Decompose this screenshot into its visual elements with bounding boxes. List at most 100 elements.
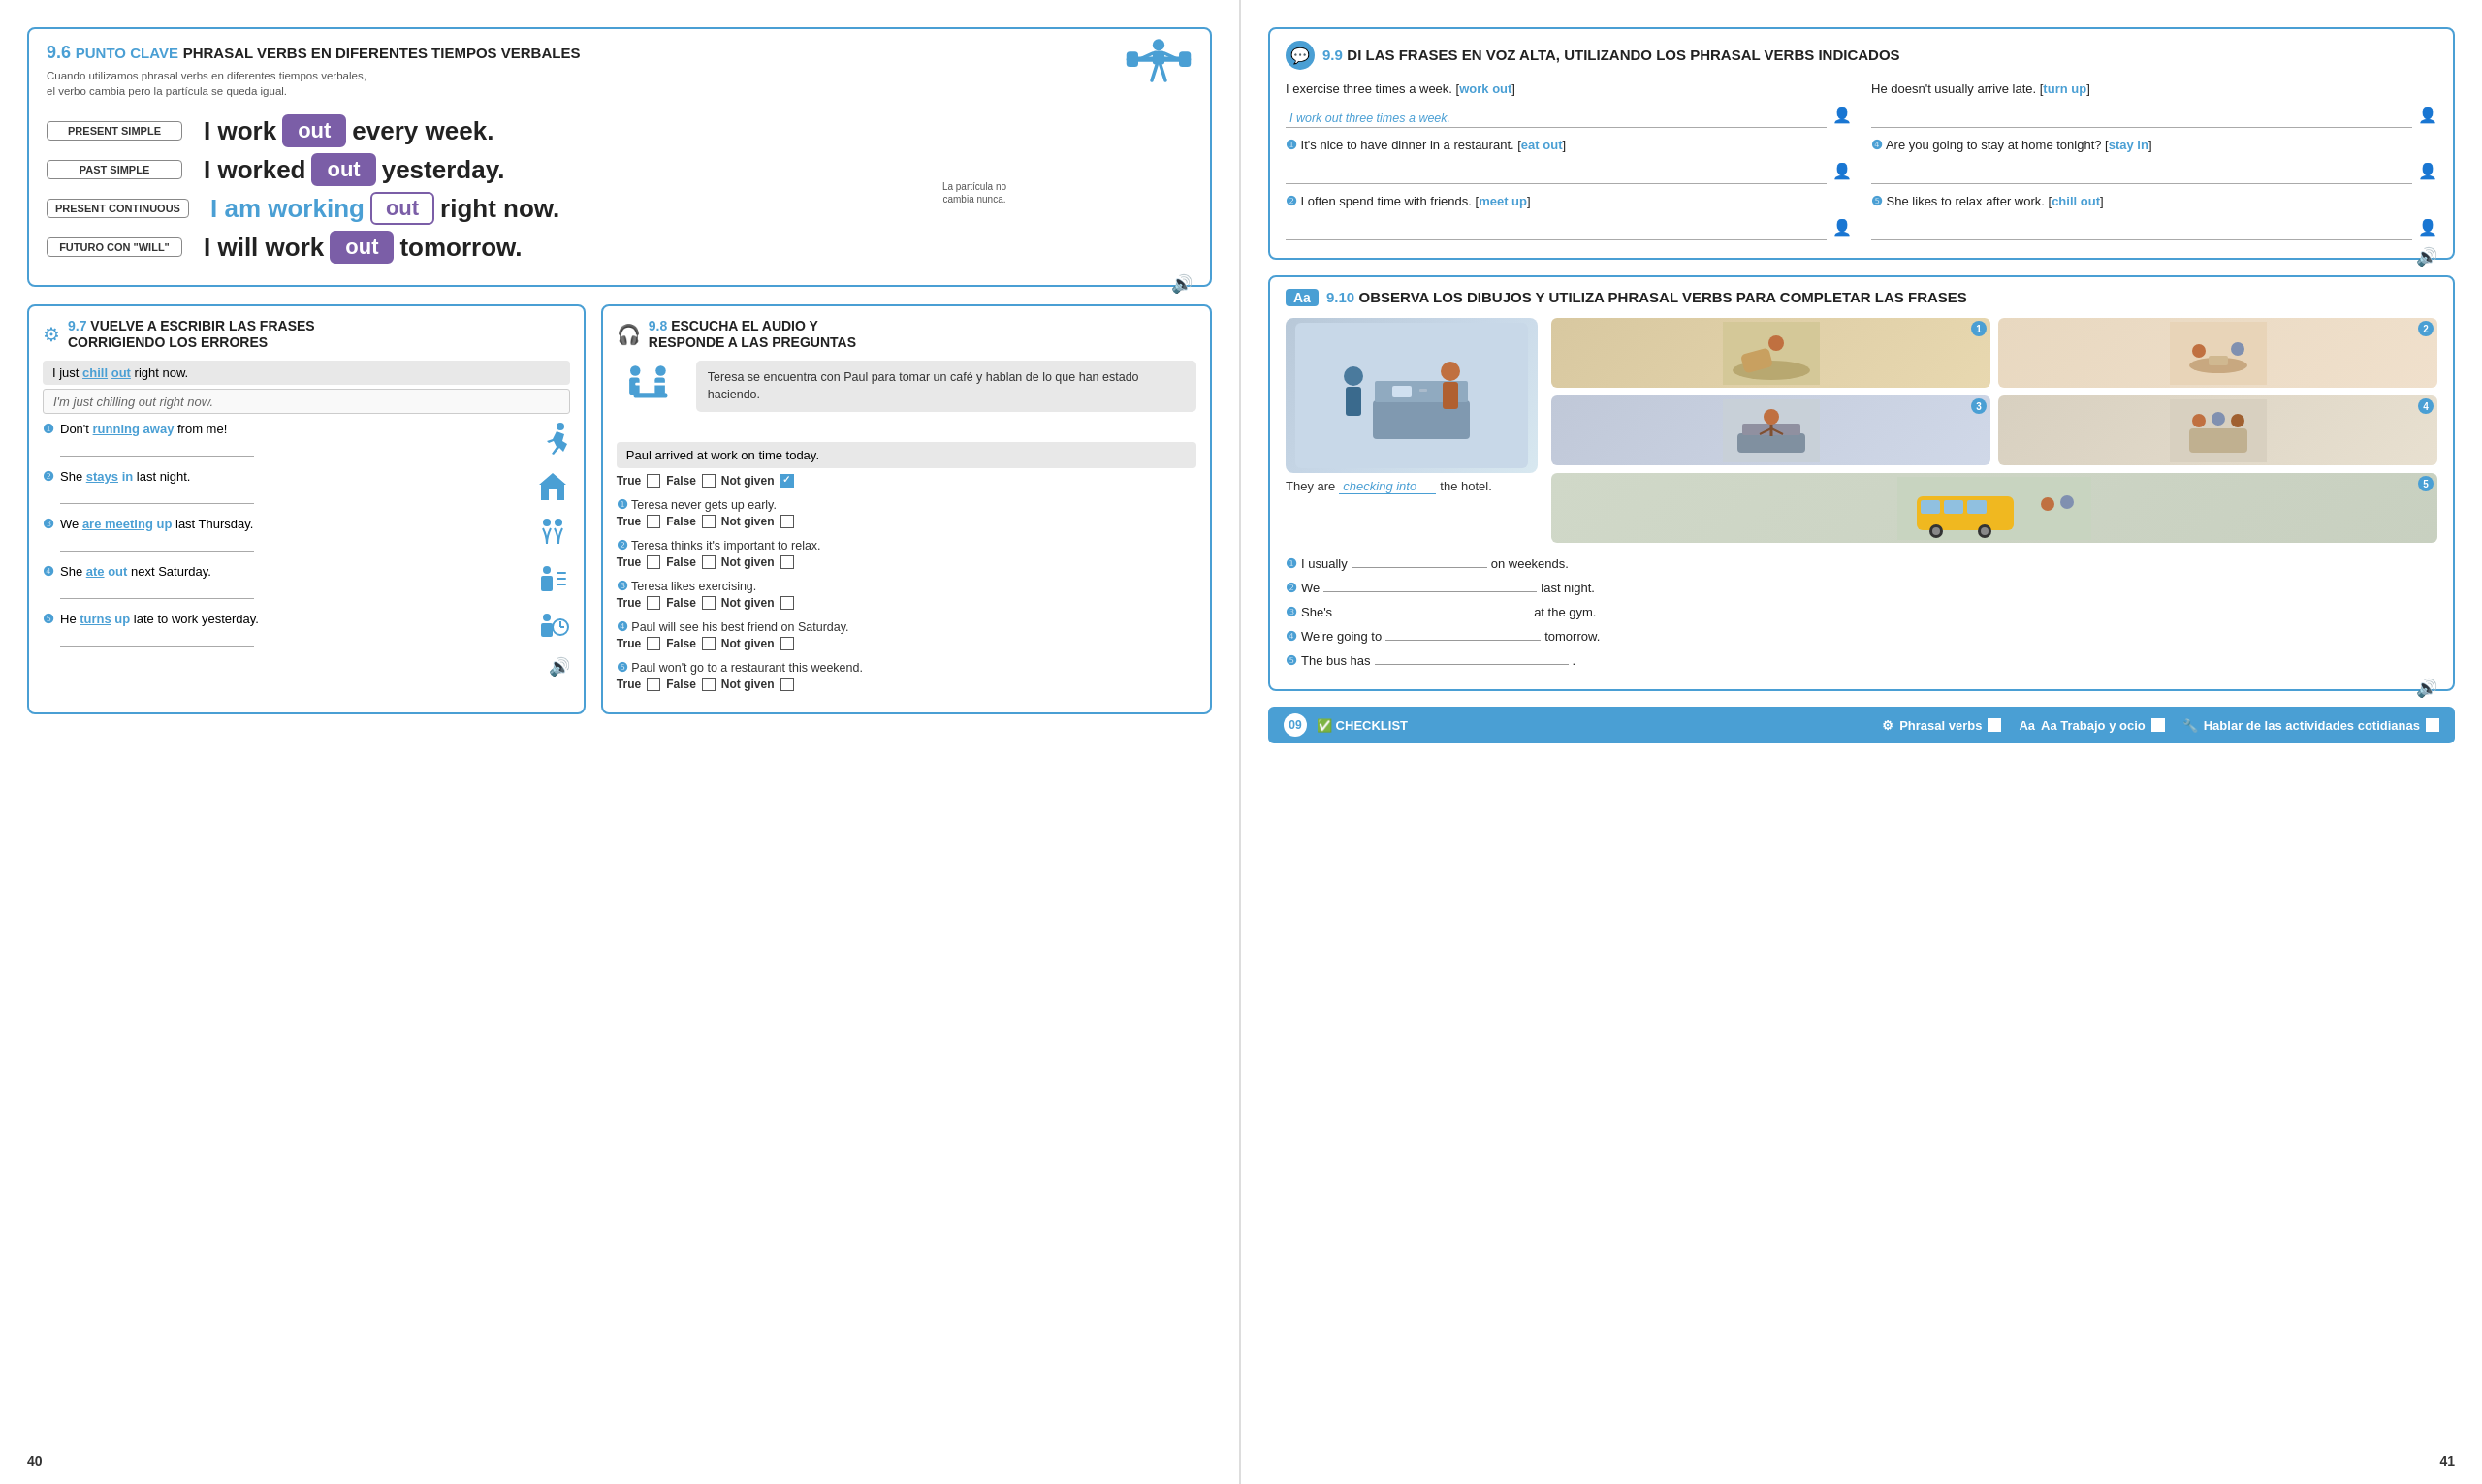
main-image — [1286, 318, 1538, 473]
bus-scene-svg — [1897, 477, 2091, 540]
svg-rect-59 — [2189, 428, 2247, 453]
svg-point-25 — [655, 365, 666, 376]
speech-bubble-icon: 💬 — [1286, 41, 1315, 70]
particle-note: La partícula no cambia nunca. — [931, 180, 1018, 205]
q-num-3: ❸ — [617, 580, 628, 593]
phrasal-99-4: stay in — [2109, 138, 2148, 152]
word-up: up — [157, 517, 173, 531]
section-97-header: ⚙ 9.7 VUELVE A ESCRIBIR LAS FRASESCORRIG… — [43, 318, 570, 351]
cl-checkbox-3[interactable] — [2426, 718, 2439, 732]
fill-sentences: ❶ I usually on weekends. ❷ We last night… — [1286, 556, 2437, 668]
side-image-5: 5 — [1551, 473, 2437, 543]
q-text-1: ❶ Teresa never gets up early. — [617, 497, 1196, 512]
cb-true-ex[interactable] — [647, 474, 660, 488]
q-num-4: ❹ — [617, 620, 628, 634]
phrasal-99-1: eat out — [1521, 138, 1563, 152]
exercise-99-3: He doesn't usually arrive late. [turn up… — [1871, 81, 2437, 128]
checklist-label: ✅ CHECKLIST — [1317, 718, 1408, 733]
cb-ng-2[interactable] — [780, 555, 794, 569]
after-past-simple: yesterday. — [382, 155, 505, 185]
speaker-icon-99-4: 👤 — [2418, 162, 2437, 180]
audio-button-99[interactable]: 🔊 — [2416, 246, 2437, 268]
svg-rect-15 — [541, 576, 553, 591]
svg-rect-16 — [557, 572, 566, 574]
before-present-continuous: I am working — [210, 194, 365, 224]
svg-line-8 — [1161, 64, 1165, 80]
cb-ng-4[interactable] — [780, 637, 794, 650]
cb-false-2[interactable] — [702, 555, 716, 569]
error-original-0: I just chill out right now. — [52, 365, 560, 380]
cb-ng-ex[interactable] — [780, 474, 794, 488]
word-stays: stays — [86, 469, 118, 484]
particle-future-will: out — [330, 231, 394, 264]
svg-point-68 — [1981, 527, 1989, 535]
bottom-row: ⚙ 9.7 VUELVE A ESCRIBIR LAS FRASESCORRIG… — [27, 304, 1212, 714]
svg-rect-27 — [654, 377, 665, 395]
phrasal-99-0: work out — [1459, 81, 1511, 96]
before-present-simple: I work — [204, 116, 276, 146]
weightlifter-icon — [1125, 33, 1193, 105]
svg-rect-28 — [633, 393, 667, 397]
error-original-5: He turns up late to work yesterday. — [60, 612, 259, 626]
after-present-continuous: right now. — [440, 194, 559, 224]
cb-ng-5[interactable] — [780, 678, 794, 691]
cb-true-4[interactable] — [647, 637, 660, 650]
gear-icon-97: ⚙ — [43, 323, 60, 346]
q-item-3: ❸ Teresa likes exercising. True False No… — [617, 579, 1196, 610]
sentence-past-simple: I worked out yesterday. — [204, 153, 1193, 186]
svg-rect-36 — [1443, 382, 1458, 409]
svg-point-70 — [2060, 495, 2074, 509]
q-text-3: ❸ Teresa likes exercising. — [617, 579, 1196, 593]
page-num-right: 41 — [2439, 1453, 2455, 1468]
exercise-99-4: ❹ Are you going to stay at home tonight?… — [1871, 138, 2437, 184]
side-image-1: 1 — [1551, 318, 1990, 388]
svg-rect-17 — [557, 578, 566, 580]
cl-checkbox-1[interactable] — [1988, 718, 2001, 732]
cb-false-5[interactable] — [702, 678, 716, 691]
speaker-icon-99-3: 👤 — [2418, 106, 2437, 124]
cb-true-2[interactable] — [647, 555, 660, 569]
cb-true-5[interactable] — [647, 678, 660, 691]
error-item-3: ❸ We are meeting up last Thursday. — [43, 517, 570, 555]
checklist-num: 09 — [1284, 713, 1307, 737]
audio-button-97[interactable]: 🔊 — [549, 656, 570, 678]
svg-point-51 — [1764, 409, 1779, 425]
section-98-title: 9.8 ESCUCHA EL AUDIO YRESPONDE A LAS PRE… — [649, 318, 856, 351]
fill-item-3: ❸ She's at the gym. — [1286, 605, 2437, 619]
cb-ng-1[interactable] — [780, 515, 794, 528]
q-text-4: ❹ Paul will see his best friend on Satur… — [617, 619, 1196, 634]
section-96-desc: Cuando utilizamos phrasal verbs en difer… — [47, 68, 366, 99]
cb-ng-3[interactable] — [780, 596, 794, 610]
sentence-present-continuous: I am working out right now. — [210, 192, 1193, 225]
svg-point-58 — [2231, 414, 2244, 427]
tfng-5: True False Not given — [617, 678, 1196, 691]
cb-true-3[interactable] — [647, 596, 660, 610]
fill-item-2: ❷ We last night. — [1286, 581, 2437, 595]
answer-line-1 — [60, 439, 254, 457]
audio-button-910[interactable]: 🔊 — [2416, 678, 2437, 699]
cb-false-1[interactable] — [702, 515, 716, 528]
cb-true-1[interactable] — [647, 515, 660, 528]
answer-99-1 — [1286, 157, 1827, 184]
word-away: away — [143, 422, 175, 436]
phrasal-99-5: chill out — [2052, 194, 2100, 208]
cb-false-3[interactable] — [702, 596, 716, 610]
cl-checkbox-2[interactable] — [2151, 718, 2165, 732]
q-num-5: ❺ — [617, 661, 628, 675]
tfng-3: True False Not given — [617, 596, 1196, 610]
label-past-simple: PAST SIMPLE — [47, 160, 182, 179]
cb-false-ex[interactable] — [702, 474, 716, 488]
num-badge-1: 1 — [1971, 321, 1987, 336]
word-meeting: are meeting — [82, 517, 153, 531]
audio-button-96[interactable]: 🔊 — [1171, 273, 1193, 295]
label-present-continuous: PRESENT CONTINUOUS — [47, 199, 189, 218]
cb-false-4[interactable] — [702, 637, 716, 650]
num-5-97: ❺ — [43, 612, 54, 626]
num-4-97: ❹ — [43, 564, 54, 579]
fill-item-5: ❺ The bus has . — [1286, 653, 2437, 668]
phrasal-99-2: meet up — [1479, 194, 1527, 208]
main-sentence: They are checking into the hotel. — [1286, 479, 1538, 494]
section-910: Aa 9.10 OBSERVA LOS DIBUJOS Y UTILIZA PH… — [1268, 275, 2455, 691]
fill-blank-4 — [1385, 640, 1541, 641]
svg-rect-4 — [1153, 50, 1164, 64]
